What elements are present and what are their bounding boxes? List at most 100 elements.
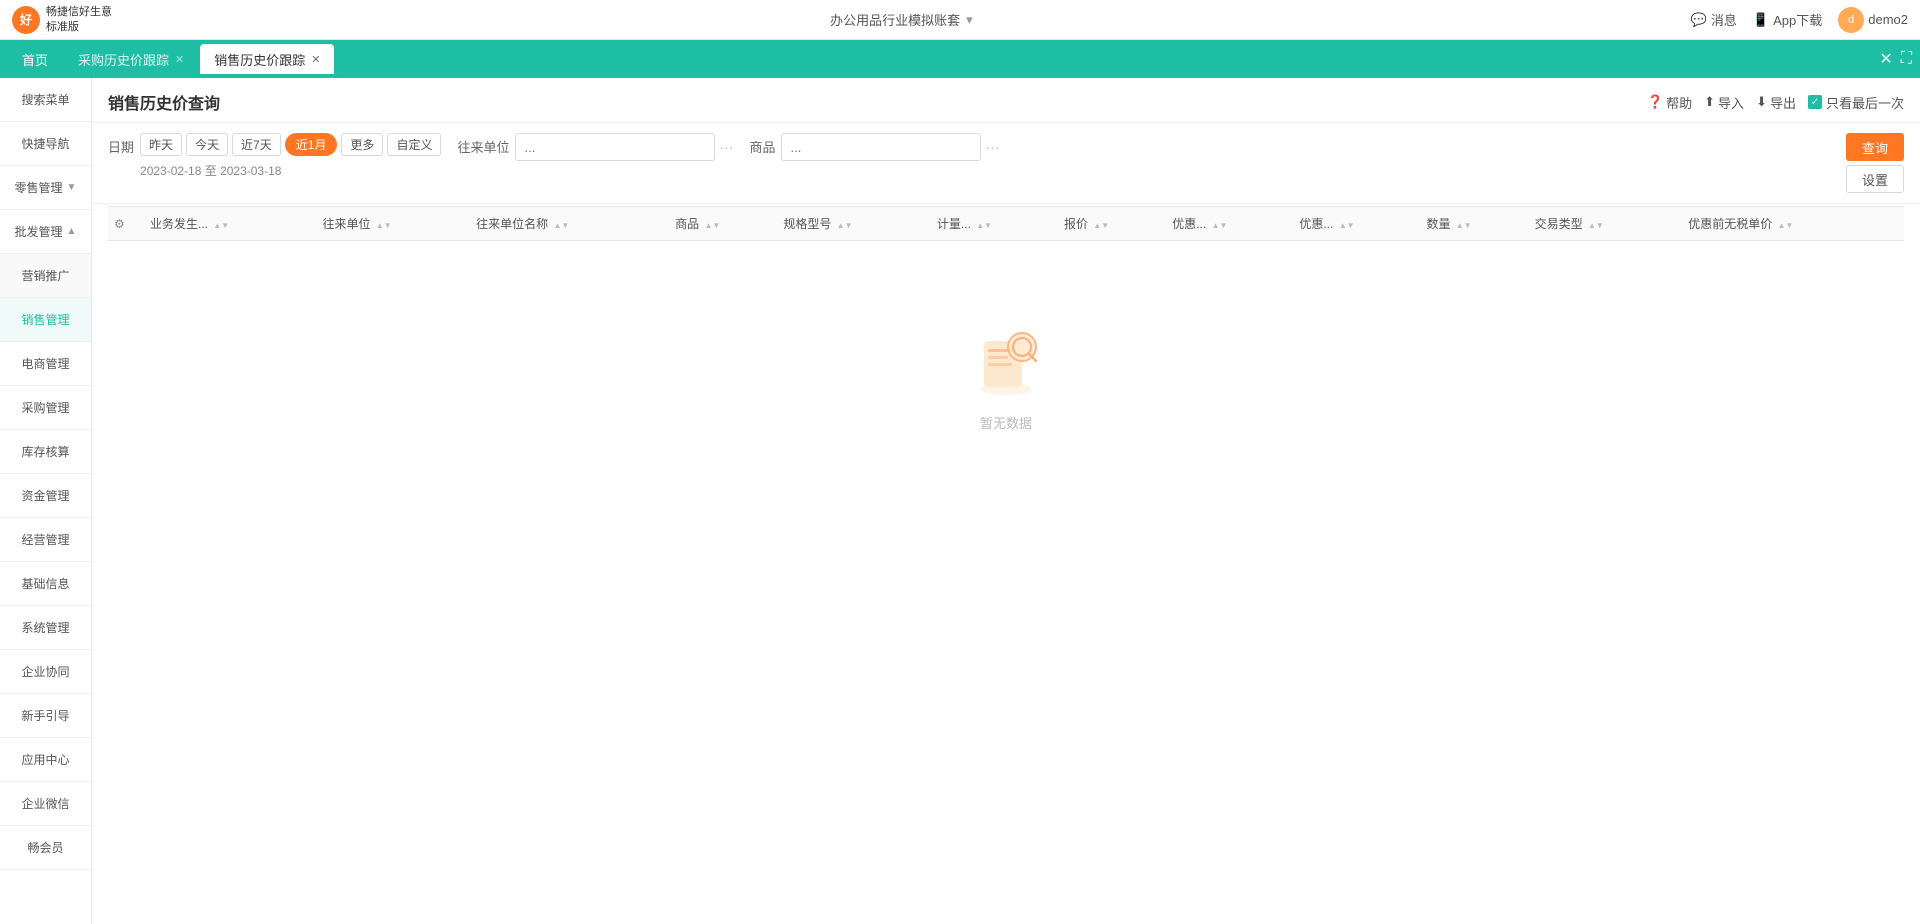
username-label: demo2 <box>1868 12 1908 27</box>
user-avatar-btn[interactable]: d demo2 <box>1838 7 1908 33</box>
sidebar-item-retail[interactable]: 零售管理 ▼ <box>0 166 91 210</box>
message-btn[interactable]: 💬 消息 <box>1691 10 1737 29</box>
sidebar-item-sales[interactable]: 销售管理 <box>0 298 91 342</box>
page-header: 销售历史价查询 ❓ 帮助 ⬆ 导入 ⬇ 导出 ✓ <box>92 78 1920 123</box>
sidebar-item-search[interactable]: 搜索菜单 <box>0 78 91 122</box>
page-container: 销售历史价查询 ❓ 帮助 ⬆ 导入 ⬇ 导出 ✓ <box>92 78 1920 924</box>
date-options: 昨天 今天 近7天 近1月 更多 自定义 2023-02-18 至 2023-0… <box>140 133 441 179</box>
sort-unit: ▲▼ <box>976 222 992 230</box>
sidebar-item-quick-nav[interactable]: 快捷导航 <box>0 122 91 166</box>
tab-sales-close[interactable]: ✕ <box>311 53 320 66</box>
sort-trade-type: ▲▼ <box>1588 222 1604 230</box>
empty-text: 暂无数据 <box>980 413 1032 432</box>
filter-right: 查询 设置 <box>1846 133 1904 193</box>
wholesale-arrow: ▲ <box>67 226 77 237</box>
main-layout: 搜索菜单 快捷导航 零售管理 ▼ 批发管理 ▲ 营销推广 销售管理 电商管理 采 <box>0 78 1920 924</box>
sort-discount1: ▲▼ <box>1212 222 1228 230</box>
sidebar-item-finance[interactable]: 资金管理 <box>0 474 91 518</box>
settings-icon[interactable]: ⚙ <box>114 217 125 231</box>
logo-text: 畅捷信好生意 标准版 <box>46 5 112 34</box>
sort-quantity: ▲▼ <box>1456 222 1472 230</box>
date-btn-7days[interactable]: 近7天 <box>232 133 281 156</box>
sort-unit-code: ▲▼ <box>376 222 392 230</box>
export-icon: ⬇ <box>1756 94 1767 110</box>
app-title: 办公用品行业模拟账套 <box>830 10 960 29</box>
top-bar-center: 办公用品行业模拟账套 ▾ <box>830 10 973 29</box>
sidebar-item-wholesale[interactable]: 批发管理 ▲ <box>0 210 91 254</box>
th-spec[interactable]: 规格型号 ▲▼ <box>777 207 931 241</box>
logo-area: 好 畅捷信好生意 标准版 <box>12 5 112 34</box>
import-icon: ⬆ <box>1704 94 1715 110</box>
goods-filter-group: 商品 ··· <box>749 133 999 161</box>
tab-bar-right: ✕ ⛶ <box>1879 49 1912 69</box>
th-trade-type[interactable]: 交易类型 ▲▼ <box>1529 207 1683 241</box>
source-unit-input[interactable] <box>515 133 715 161</box>
th-unit-code[interactable]: 往来单位 ▲▼ <box>317 207 471 241</box>
sidebar-item-enterprise[interactable]: 企业协同 <box>0 650 91 694</box>
date-btn-yesterday[interactable]: 昨天 <box>140 133 182 156</box>
import-btn[interactable]: ⬆ 导入 <box>1704 93 1744 112</box>
goods-label: 商品 <box>749 133 775 156</box>
app-title-dropdown[interactable]: ▾ <box>966 12 973 28</box>
goods-input[interactable] <box>781 133 981 161</box>
source-unit-label: 往来单位 <box>457 133 509 156</box>
sidebar-item-guide[interactable]: 新手引导 <box>0 694 91 738</box>
date-btn-more[interactable]: 更多 <box>341 133 383 156</box>
th-quantity[interactable]: 数量 ▲▼ <box>1420 207 1528 241</box>
th-biz-date[interactable]: 业务发生... ▲▼ <box>144 207 317 241</box>
sidebar-item-ecommerce[interactable]: 电商管理 <box>0 342 91 386</box>
th-price[interactable]: 报价 ▲▼ <box>1058 207 1166 241</box>
close-window-btn[interactable]: ✕ <box>1879 49 1892 69</box>
sidebar-item-operations[interactable]: 经营管理 <box>0 518 91 562</box>
empty-icon <box>966 321 1046 401</box>
date-label: 日期 <box>108 133 134 156</box>
sidebar-item-members[interactable]: 畅会员 <box>0 826 91 870</box>
filter-area: 日期 昨天 今天 近7天 近1月 更多 自定义 2023-02-18 至 202… <box>92 123 1920 204</box>
th-unit-name[interactable]: 往来单位名称 ▲▼ <box>470 207 669 241</box>
date-btn-custom[interactable]: 自定义 <box>387 133 441 156</box>
sidebar-item-purchase[interactable]: 采购管理 <box>0 386 91 430</box>
export-btn[interactable]: ⬇ 导出 <box>1756 93 1796 112</box>
sidebar-item-inventory[interactable]: 库存核算 <box>0 430 91 474</box>
avatar: d <box>1838 7 1864 33</box>
tab-purchase-close[interactable]: ✕ <box>175 53 184 66</box>
date-btn-today[interactable]: 今天 <box>186 133 228 156</box>
maximize-btn[interactable]: ⛶ <box>1901 50 1912 68</box>
search-menu-label: 搜索菜单 <box>21 91 69 108</box>
only-last-checkbox-area[interactable]: ✓ 只看最后一次 <box>1808 93 1904 112</box>
help-btn[interactable]: ❓ 帮助 <box>1647 93 1692 112</box>
retail-arrow: ▼ <box>67 182 77 193</box>
tab-home[interactable]: 首页 <box>8 44 62 74</box>
sidebar-item-system[interactable]: 系统管理 <box>0 606 91 650</box>
source-unit-picker[interactable]: ··· <box>719 139 733 155</box>
logo-icon: 好 <box>12 6 40 34</box>
th-goods[interactable]: 商品 ▲▼ <box>669 207 777 241</box>
query-button[interactable]: 查询 <box>1846 133 1904 161</box>
top-bar-left: 好 畅捷信好生意 标准版 <box>12 5 112 34</box>
th-discount2[interactable]: 优惠... ▲▼ <box>1293 207 1420 241</box>
th-discount1[interactable]: 优惠... ▲▼ <box>1166 207 1293 241</box>
sidebar-item-basic-info[interactable]: 基础信息 <box>0 562 91 606</box>
sidebar-item-app-center[interactable]: 应用中心 <box>0 738 91 782</box>
date-range-display: 2023-02-18 至 2023-03-18 <box>140 162 441 179</box>
tab-sales-history[interactable]: 销售历史价跟踪 ✕ <box>200 44 334 74</box>
sidebar-item-marketing[interactable]: 营销推广 <box>0 254 91 298</box>
sort-price: ▲▼ <box>1093 222 1109 230</box>
sort-goods: ▲▼ <box>704 222 720 230</box>
goods-picker[interactable]: ··· <box>985 139 999 155</box>
only-last-checkbox[interactable]: ✓ <box>1808 95 1822 109</box>
sidebar: 搜索菜单 快捷导航 零售管理 ▼ 批发管理 ▲ 营销推广 销售管理 电商管理 采 <box>0 78 92 924</box>
phone-icon: 📱 <box>1753 12 1769 28</box>
setting-button[interactable]: 设置 <box>1846 165 1904 193</box>
sort-unit-name: ▲▼ <box>553 222 569 230</box>
tab-purchase-history[interactable]: 采购历史价跟踪 ✕ <box>64 44 198 74</box>
app-download-btn[interactable]: 📱 App下载 <box>1753 10 1822 29</box>
page-title: 销售历史价查询 <box>108 90 220 114</box>
th-no-tax-price[interactable]: 优惠前无税单价 ▲▼ <box>1682 207 1904 241</box>
page-actions: ❓ 帮助 ⬆ 导入 ⬇ 导出 ✓ 只看最后一次 <box>1647 93 1904 112</box>
content-area: 销售历史价查询 ❓ 帮助 ⬆ 导入 ⬇ 导出 ✓ <box>92 78 1920 924</box>
date-btn-1month[interactable]: 近1月 <box>285 133 338 156</box>
th-settings[interactable]: ⚙ <box>108 207 144 241</box>
th-unit[interactable]: 计量... ▲▼ <box>931 207 1058 241</box>
sidebar-item-wechat[interactable]: 企业微信 <box>0 782 91 826</box>
